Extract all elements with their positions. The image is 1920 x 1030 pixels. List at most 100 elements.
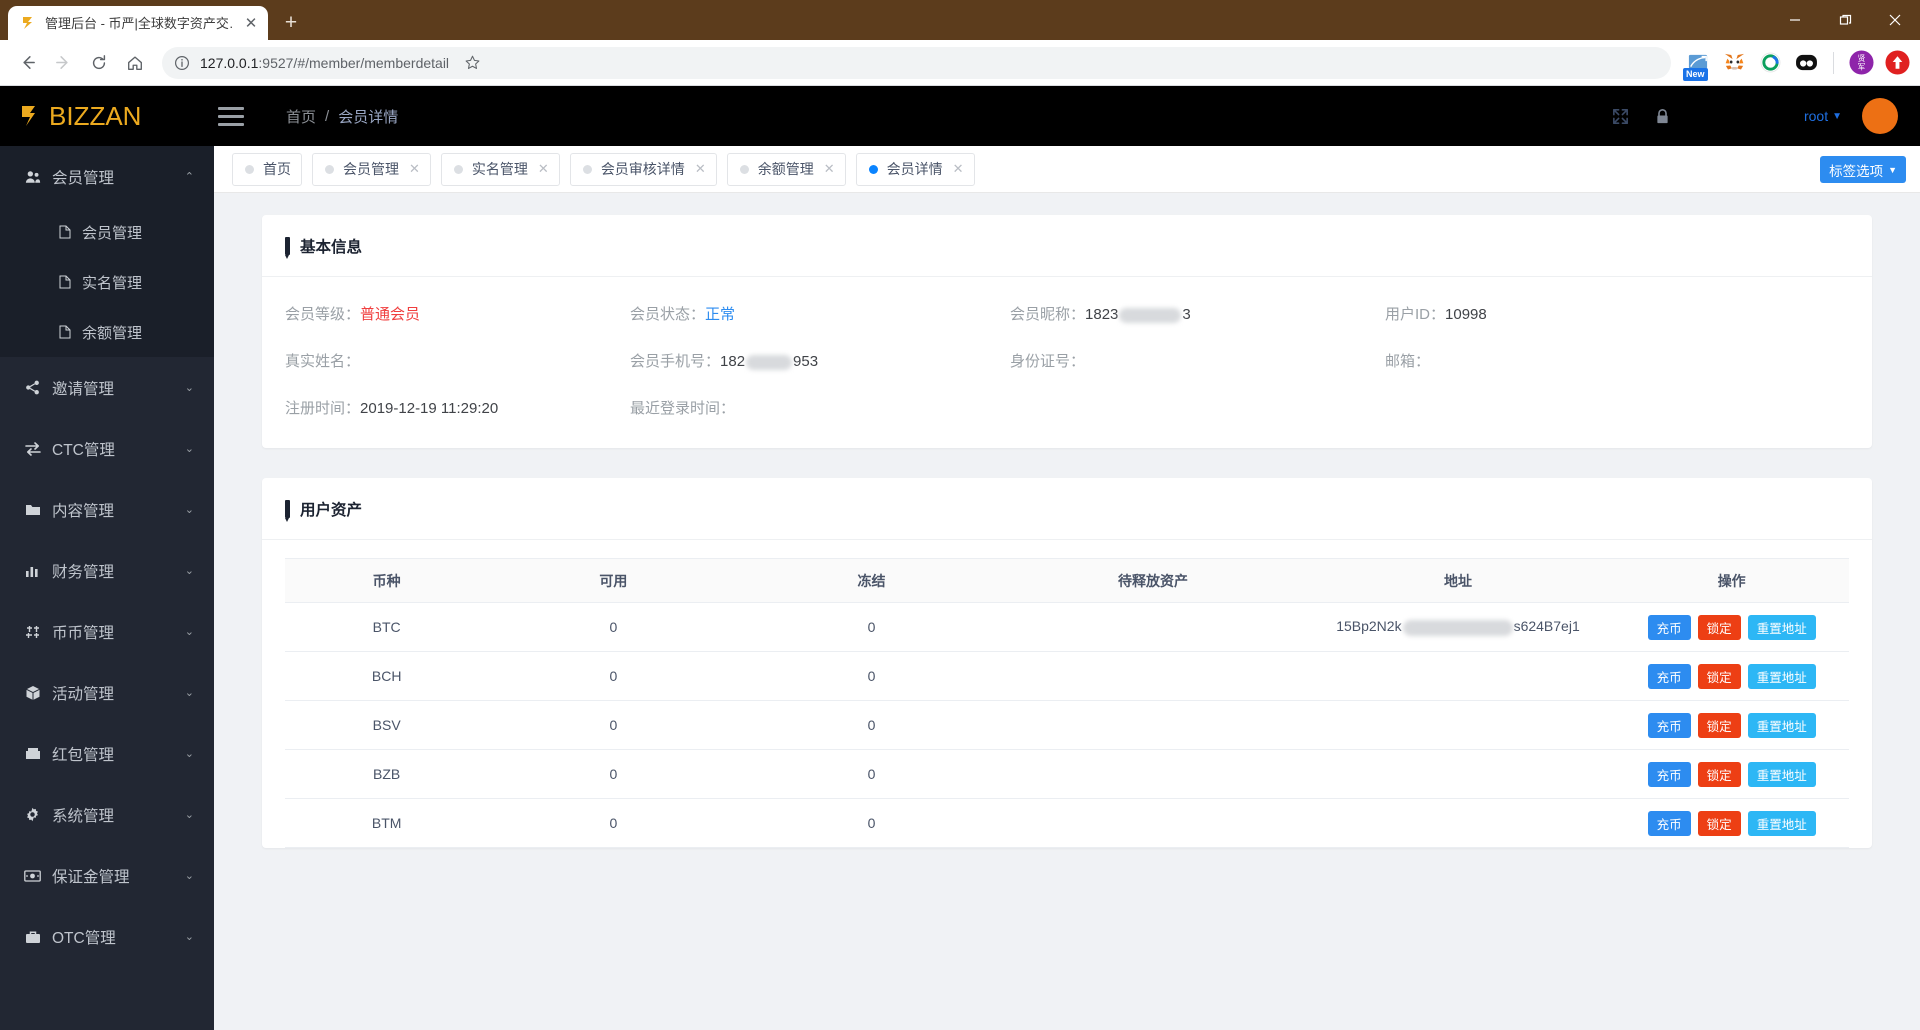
- chevron-down-icon: ⌄: [184, 748, 194, 760]
- sidebar-item-9[interactable]: 保证金管理 ⌄: [0, 845, 214, 906]
- xianjun-avatar-icon[interactable]: 贤军: [1848, 50, 1874, 76]
- bookmark-star-icon[interactable]: [459, 50, 485, 76]
- tag-close-icon[interactable]: ✕: [409, 161, 420, 177]
- metamask-fox-icon[interactable]: [1721, 50, 1747, 76]
- new-tab-button[interactable]: +: [276, 8, 306, 38]
- sidebar-subitem-0-0[interactable]: 会员管理: [0, 207, 214, 257]
- sidebar-item-10[interactable]: OTC管理 ⌄: [0, 906, 214, 967]
- assets-cell-frozen: 0: [738, 749, 1005, 799]
- window-maximize-button[interactable]: [1820, 0, 1870, 40]
- sidebar-item-label: 币币管理: [52, 624, 115, 642]
- action-button-0[interactable]: 充币: [1647, 663, 1691, 689]
- assets-cell-available: 0: [488, 651, 739, 701]
- tag-item-4[interactable]: 余额管理 ✕: [726, 152, 846, 186]
- hamburger-icon[interactable]: [218, 106, 244, 126]
- sidebar-subitem-label: 余额管理: [82, 324, 143, 342]
- sidebar-item-label: CTC管理: [52, 441, 115, 459]
- assets-table-wrap: 币种 可用 冻结 待释放资产 地址 操作 BTC 0 0 15Bp2N2k s624B7ej1 充币…: [262, 540, 1872, 848]
- action-button-0[interactable]: 充币: [1647, 810, 1691, 836]
- tag-options-button[interactable]: 标签选项 ▼: [1820, 156, 1906, 183]
- assets-col-header-4: 地址: [1301, 558, 1615, 603]
- action-button-2[interactable]: 重置地址: [1747, 712, 1816, 738]
- tag-label: 会员审核详情: [600, 161, 685, 177]
- info-field-value: 1823: [1085, 306, 1119, 323]
- sidebar-subitem-0-1[interactable]: 实名管理: [0, 257, 214, 307]
- lock-icon[interactable]: [1652, 105, 1674, 127]
- info-field-value: 2019-12-19 11:29:20: [360, 400, 499, 417]
- sidebar-item-6[interactable]: 活动管理 ⌄: [0, 662, 214, 723]
- assets-cell-address: [1301, 749, 1615, 799]
- main-content: 首页 会员管理 ✕ 实名管理 ✕ 会员审核详情 ✕ 余额管理 ✕ 会员详情 ✕ 标签选项 ▼ 基本信…: [214, 146, 1920, 1030]
- info-field-2: 会员昵称：1823 3: [1010, 303, 1385, 324]
- assets-card: 用户资产 币种 可用 冻结 待释放资产 地址 操作 BTC 0 0 15Bp2N2k s624B7…: [262, 478, 1872, 848]
- app-logo[interactable]: BIZZAN: [0, 101, 214, 132]
- tag-close-icon[interactable]: ✕: [538, 161, 549, 177]
- assets-cell-frozen: 0: [738, 651, 1005, 701]
- action-button-1[interactable]: 锁定: [1697, 614, 1741, 640]
- tag-close-icon[interactable]: ✕: [824, 161, 835, 177]
- sidebar-item-4[interactable]: 财务管理 ⌄: [0, 540, 214, 601]
- action-button-1[interactable]: 锁定: [1697, 810, 1741, 836]
- browser-tab[interactable]: 管理后台 - 币严|全球数字资产交… ✕: [8, 6, 268, 40]
- new-tab-extension-icon[interactable]: New: [1683, 50, 1711, 81]
- tag-close-icon[interactable]: ✕: [695, 161, 706, 177]
- forward-arrow-icon[interactable]: [46, 46, 80, 80]
- tag-item-1[interactable]: 会员管理 ✕: [312, 152, 431, 186]
- content-scroll-area[interactable]: 基本信息 会员等级：普通会员 会员状态：正常 会员昵称：1823 3 用户ID：1099…: [214, 193, 1920, 1030]
- action-buttons: 充币 锁定 重置地址: [1614, 810, 1849, 836]
- sidebar-item-7[interactable]: 红包管理 ⌄: [0, 723, 214, 784]
- sidebar-item-2[interactable]: CTC管理 ⌄: [0, 418, 214, 479]
- info-field-label: 邮箱：: [1385, 353, 1431, 370]
- gear-icon: [24, 807, 41, 822]
- info-field-7: 邮箱：: [1385, 350, 1849, 371]
- upload-arrow-icon[interactable]: [1884, 50, 1910, 76]
- sidebar-item-8[interactable]: 系统管理 ⌄: [0, 784, 214, 845]
- action-button-1[interactable]: 锁定: [1697, 712, 1741, 738]
- tag-close-icon[interactable]: ✕: [953, 161, 964, 177]
- opera-ring-icon[interactable]: [1757, 50, 1783, 76]
- table-row: BZB 0 0 充币 锁定 重置地址: [285, 749, 1849, 799]
- tag-item-0[interactable]: 首页: [232, 152, 302, 186]
- envelope-icon: [24, 747, 41, 760]
- masked-value: [1119, 307, 1182, 323]
- avatar[interactable]: [1862, 98, 1898, 134]
- assets-cell-coin: BSV: [285, 700, 489, 750]
- breadcrumb-home[interactable]: 首页: [286, 106, 316, 127]
- tag-item-3[interactable]: 会员审核详情 ✕: [569, 152, 717, 186]
- action-button-1[interactable]: 锁定: [1697, 761, 1741, 787]
- assets-title: 用户资产: [300, 501, 363, 519]
- action-button-2[interactable]: 重置地址: [1747, 663, 1816, 689]
- address-bar[interactable]: 127.0.0.1:9527/#/member/memberdetail: [162, 46, 1671, 79]
- tag-status-dot: [739, 164, 749, 174]
- sidebar-item-1[interactable]: 邀请管理 ⌄: [0, 357, 214, 418]
- sidebar-item-3[interactable]: 内容管理 ⌄: [0, 479, 214, 540]
- info-field-9: 最近登录时间：: [630, 397, 1010, 418]
- action-button-2[interactable]: 重置地址: [1747, 810, 1816, 836]
- window-minimize-button[interactable]: [1770, 0, 1820, 40]
- tag-item-5[interactable]: 会员详情 ✕: [855, 152, 975, 186]
- site-info-icon[interactable]: [174, 55, 190, 71]
- user-menu[interactable]: root ▼: [1804, 108, 1842, 124]
- chevron-down-icon: ⌄: [184, 565, 194, 577]
- panda-eyes-icon[interactable]: [1793, 50, 1819, 76]
- close-icon[interactable]: ✕: [242, 14, 260, 32]
- assets-cell-actions: 充币 锁定 重置地址: [1614, 700, 1849, 750]
- window-close-button[interactable]: [1870, 0, 1920, 40]
- action-button-0[interactable]: 充币: [1647, 712, 1691, 738]
- fullscreen-icon[interactable]: [1610, 105, 1632, 127]
- back-arrow-icon[interactable]: [10, 46, 44, 80]
- home-icon[interactable]: [118, 46, 152, 80]
- tag-item-2[interactable]: 实名管理 ✕: [440, 152, 560, 186]
- action-button-0[interactable]: 充币: [1647, 761, 1691, 787]
- sidebar-item-0[interactable]: 会员管理 ⌃: [0, 146, 214, 207]
- sidebar-item-5[interactable]: 币币管理 ⌄: [0, 601, 214, 662]
- action-button-0[interactable]: 充币: [1647, 614, 1691, 640]
- app-brand-text: BIZZAN: [49, 100, 142, 131]
- bizzan-mark-icon: [20, 104, 46, 128]
- sidebar-subitem-0-2[interactable]: 余额管理: [0, 307, 214, 357]
- action-button-2[interactable]: 重置地址: [1747, 614, 1816, 640]
- action-button-2[interactable]: 重置地址: [1747, 761, 1816, 787]
- doc-icon: [56, 225, 73, 239]
- action-button-1[interactable]: 锁定: [1697, 663, 1741, 689]
- reload-icon[interactable]: [82, 46, 116, 80]
